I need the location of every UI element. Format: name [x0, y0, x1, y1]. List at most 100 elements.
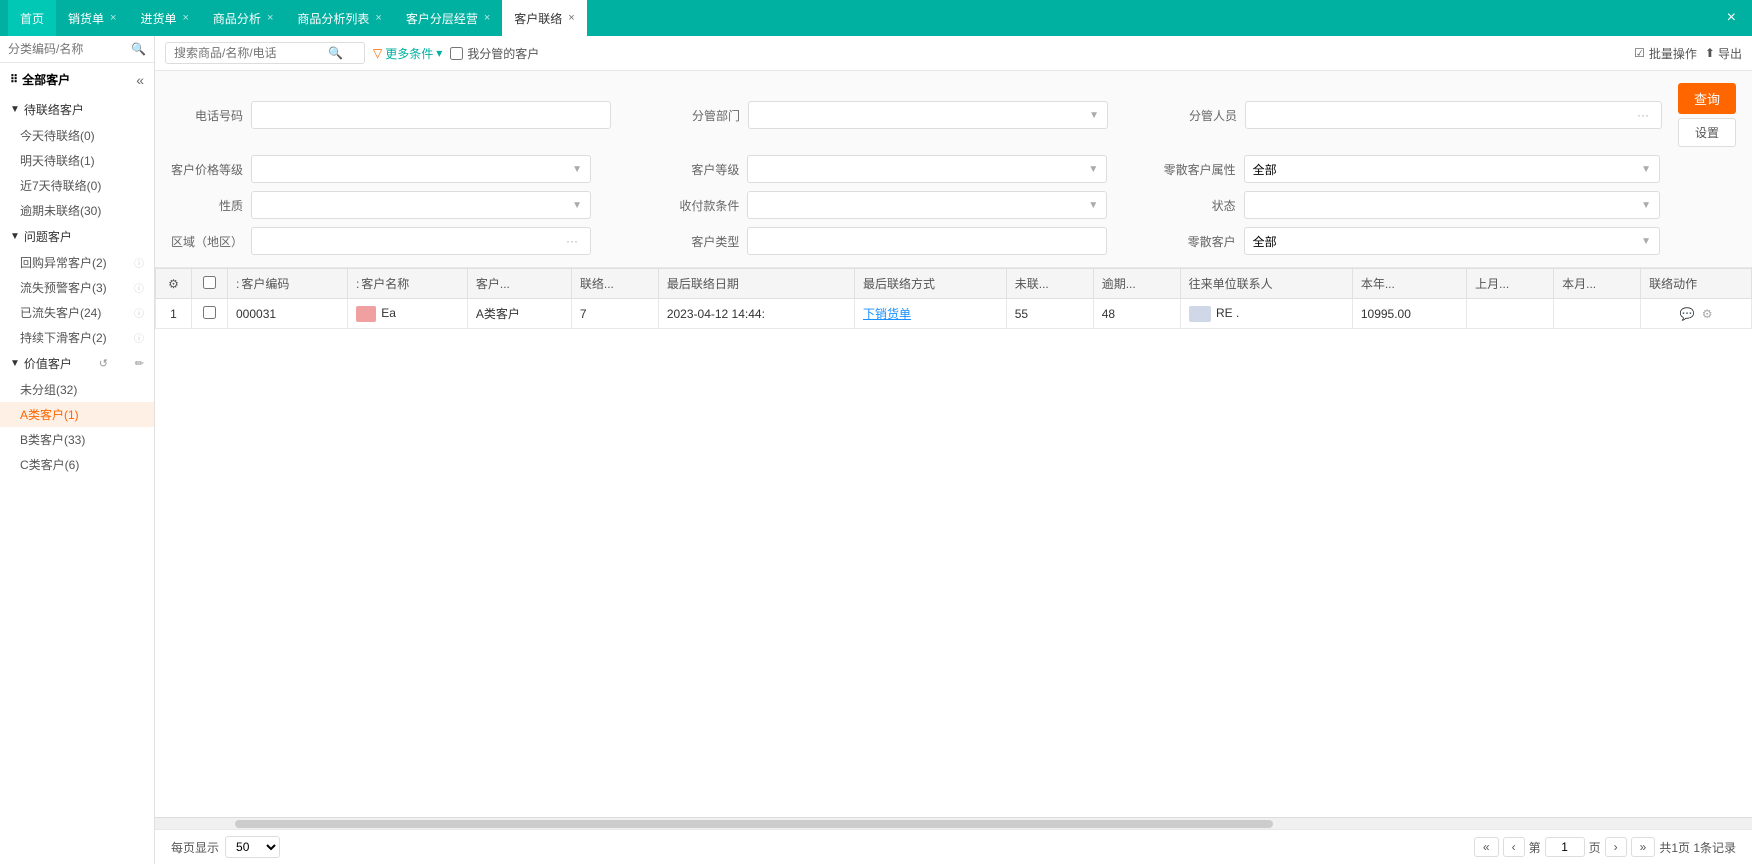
- nature-select[interactable]: ▼: [251, 191, 591, 219]
- sidebar-item-churn-warning[interactable]: 流失预警客户(3) ⓘ: [0, 275, 154, 300]
- message-icon[interactable]: 💬: [1680, 307, 1695, 321]
- sidebar: 🔍 ⠿ 全部客户 « ▼ 待联络客户 今天待联络(0) 明天待联络(1) 近7天…: [0, 36, 155, 864]
- filter-row-1: 电话号码 分管部门 ▼ 分管人员 ···: [171, 79, 1736, 151]
- horizontal-scrollbar[interactable]: [155, 817, 1752, 829]
- col-last-month: 上月...: [1467, 269, 1554, 299]
- sidebar-item-declining[interactable]: 持续下滑客户(2) ⓘ: [0, 325, 154, 350]
- tab-customer-contact[interactable]: 客户联络 ×: [502, 0, 586, 36]
- gear-column-header[interactable]: ⚙: [156, 269, 192, 299]
- row-name: Ea: [347, 299, 467, 329]
- row-last-method[interactable]: 下销货单: [855, 299, 1007, 329]
- setting-button[interactable]: 设置: [1678, 118, 1736, 147]
- scatter-select[interactable]: 全部 ▼: [1244, 227, 1660, 255]
- pagination: « ‹ 第 页 › » 共1页 1条记录: [1474, 837, 1736, 857]
- page-size-selector: 每页显示 50 100 200: [171, 836, 280, 858]
- close-sales-tab[interactable]: ×: [110, 12, 116, 24]
- all-customers-header: ⠿ 全部客户 «: [0, 63, 154, 96]
- section-pending-contact[interactable]: ▼ 待联络客户: [0, 96, 154, 123]
- tab-home[interactable]: 首页: [8, 0, 56, 36]
- row-contacts: RE .: [1180, 299, 1352, 329]
- search-box: 🔍: [165, 42, 365, 64]
- section-value-customers[interactable]: ▼ 价值客户 ↺ ✏: [0, 350, 154, 377]
- tab-goods-list[interactable]: 商品分析列表 ×: [285, 0, 393, 36]
- close-customer-tier-tab[interactable]: ×: [484, 12, 490, 24]
- info-icon: ⓘ: [134, 280, 144, 295]
- close-goods-analysis-tab[interactable]: ×: [267, 12, 273, 24]
- first-page-button[interactable]: «: [1474, 837, 1499, 857]
- prev-page-button[interactable]: ‹: [1503, 837, 1525, 857]
- row-this-month: [1554, 299, 1641, 329]
- last-page-button[interactable]: »: [1631, 837, 1656, 857]
- filter-row-2: 客户价格等级 ▼ 客户等级 ▼ 零散客户属性 全部: [171, 151, 1736, 187]
- sidebar-item-c-class[interactable]: C类客户(6): [0, 452, 154, 477]
- col-uncontacted: 未联...: [1006, 269, 1093, 299]
- batch-operation-button[interactable]: ☑ 批量操作: [1634, 45, 1697, 62]
- sidebar-item-b-class[interactable]: B类客户(33): [0, 427, 154, 452]
- close-goods-list-tab[interactable]: ×: [375, 12, 381, 24]
- section-problem-customers[interactable]: ▼ 问题客户: [0, 223, 154, 250]
- tab-customer-tier[interactable]: 客户分层经营 ×: [394, 0, 502, 36]
- page-number-input[interactable]: [1545, 837, 1585, 857]
- table-container: ⚙ : 客户编码 : 客户名称 客户...: [155, 268, 1752, 817]
- scrollbar-thumb[interactable]: [235, 820, 1273, 828]
- query-button[interactable]: 查询: [1678, 83, 1736, 114]
- export-button[interactable]: ⬆ 导出: [1705, 45, 1742, 62]
- customer-type-input[interactable]: [747, 227, 1107, 255]
- sidebar-item-churned[interactable]: 已流失客户(24) ⓘ: [0, 300, 154, 325]
- sidebar-search-icon[interactable]: 🔍: [131, 42, 146, 56]
- arrow-icon: ▼: [10, 231, 20, 242]
- phone-input[interactable]: [251, 101, 611, 129]
- sidebar-collapse-button[interactable]: «: [136, 72, 144, 88]
- next-page-button[interactable]: ›: [1605, 837, 1627, 857]
- sidebar-item-repurchase-abnormal[interactable]: 回购异常客户(2) ⓘ: [0, 250, 154, 275]
- refresh-icon[interactable]: ↺: [99, 357, 108, 370]
- more-options-icon[interactable]: ···: [1633, 108, 1653, 122]
- tab-sales[interactable]: 销货单 ×: [56, 0, 128, 36]
- filter-row-4: 区域（地区） ··· 客户类型 零散客户 全部 ▼: [171, 223, 1736, 259]
- sidebar-item-overdue-pending[interactable]: 逾期未联络(30): [0, 198, 154, 223]
- sidebar-item-a-class[interactable]: A类客户(1): [0, 402, 154, 427]
- my-customers-checkbox[interactable]: 我分管的客户: [450, 45, 539, 62]
- row-uncontacted: 55: [1006, 299, 1093, 329]
- filter-more-button[interactable]: ▽ 更多条件 ▾: [373, 45, 442, 62]
- gear-icon[interactable]: ⚙: [168, 277, 179, 291]
- dept-select[interactable]: ▼: [748, 101, 1108, 129]
- close-purchase-tab[interactable]: ×: [182, 12, 188, 24]
- info-icon: ⓘ: [134, 305, 144, 320]
- scatter-attr-select[interactable]: 全部 ▼: [1244, 155, 1660, 183]
- col-last-method: 最后联络方式: [855, 269, 1007, 299]
- sidebar-item-unclassified[interactable]: 未分组(32): [0, 377, 154, 402]
- my-customers-check[interactable]: [450, 47, 463, 60]
- last-method-link[interactable]: 下销货单: [863, 307, 911, 321]
- select-all-checkbox[interactable]: [203, 276, 216, 289]
- sidebar-item-tomorrow-pending[interactable]: 明天待联络(1): [0, 148, 154, 173]
- row-checkbox[interactable]: [192, 299, 228, 329]
- page-size-select[interactable]: 50 100 200: [225, 836, 280, 858]
- arrow-icon: ▼: [10, 104, 20, 115]
- sidebar-search-input[interactable]: [8, 42, 131, 56]
- col-action: 联络动作: [1641, 269, 1752, 299]
- filter-scatter: 零散客户 全部 ▼: [1164, 227, 1660, 255]
- status-select[interactable]: ▼: [1244, 191, 1660, 219]
- tab-purchase[interactable]: 进货单 ×: [128, 0, 200, 36]
- customer-level-select[interactable]: ▼: [747, 155, 1107, 183]
- tab-goods-analysis[interactable]: 商品分析 ×: [201, 0, 285, 36]
- search-input[interactable]: [174, 46, 324, 60]
- payment-select[interactable]: ▼: [747, 191, 1107, 219]
- col-code: : 客户编码: [228, 269, 348, 299]
- close-customer-contact-tab[interactable]: ×: [568, 12, 574, 24]
- close-all-button[interactable]: ×: [1719, 9, 1744, 27]
- price-level-select[interactable]: ▼: [251, 155, 591, 183]
- col-contact: 联络...: [571, 269, 658, 299]
- row-select-checkbox[interactable]: [203, 306, 216, 319]
- sidebar-item-7days-pending[interactable]: 近7天待联络(0): [0, 173, 154, 198]
- more-options-icon[interactable]: ···: [562, 234, 582, 248]
- action-gear-icon[interactable]: ⚙: [1702, 307, 1713, 321]
- edit-icon[interactable]: ✏: [135, 357, 144, 370]
- region-select[interactable]: ···: [251, 227, 591, 255]
- person-select[interactable]: ···: [1245, 101, 1662, 129]
- search-icon[interactable]: 🔍: [328, 46, 343, 60]
- row-code: 000031: [228, 299, 348, 329]
- sidebar-item-today-pending[interactable]: 今天待联络(0): [0, 123, 154, 148]
- col-this-month: 本月...: [1554, 269, 1641, 299]
